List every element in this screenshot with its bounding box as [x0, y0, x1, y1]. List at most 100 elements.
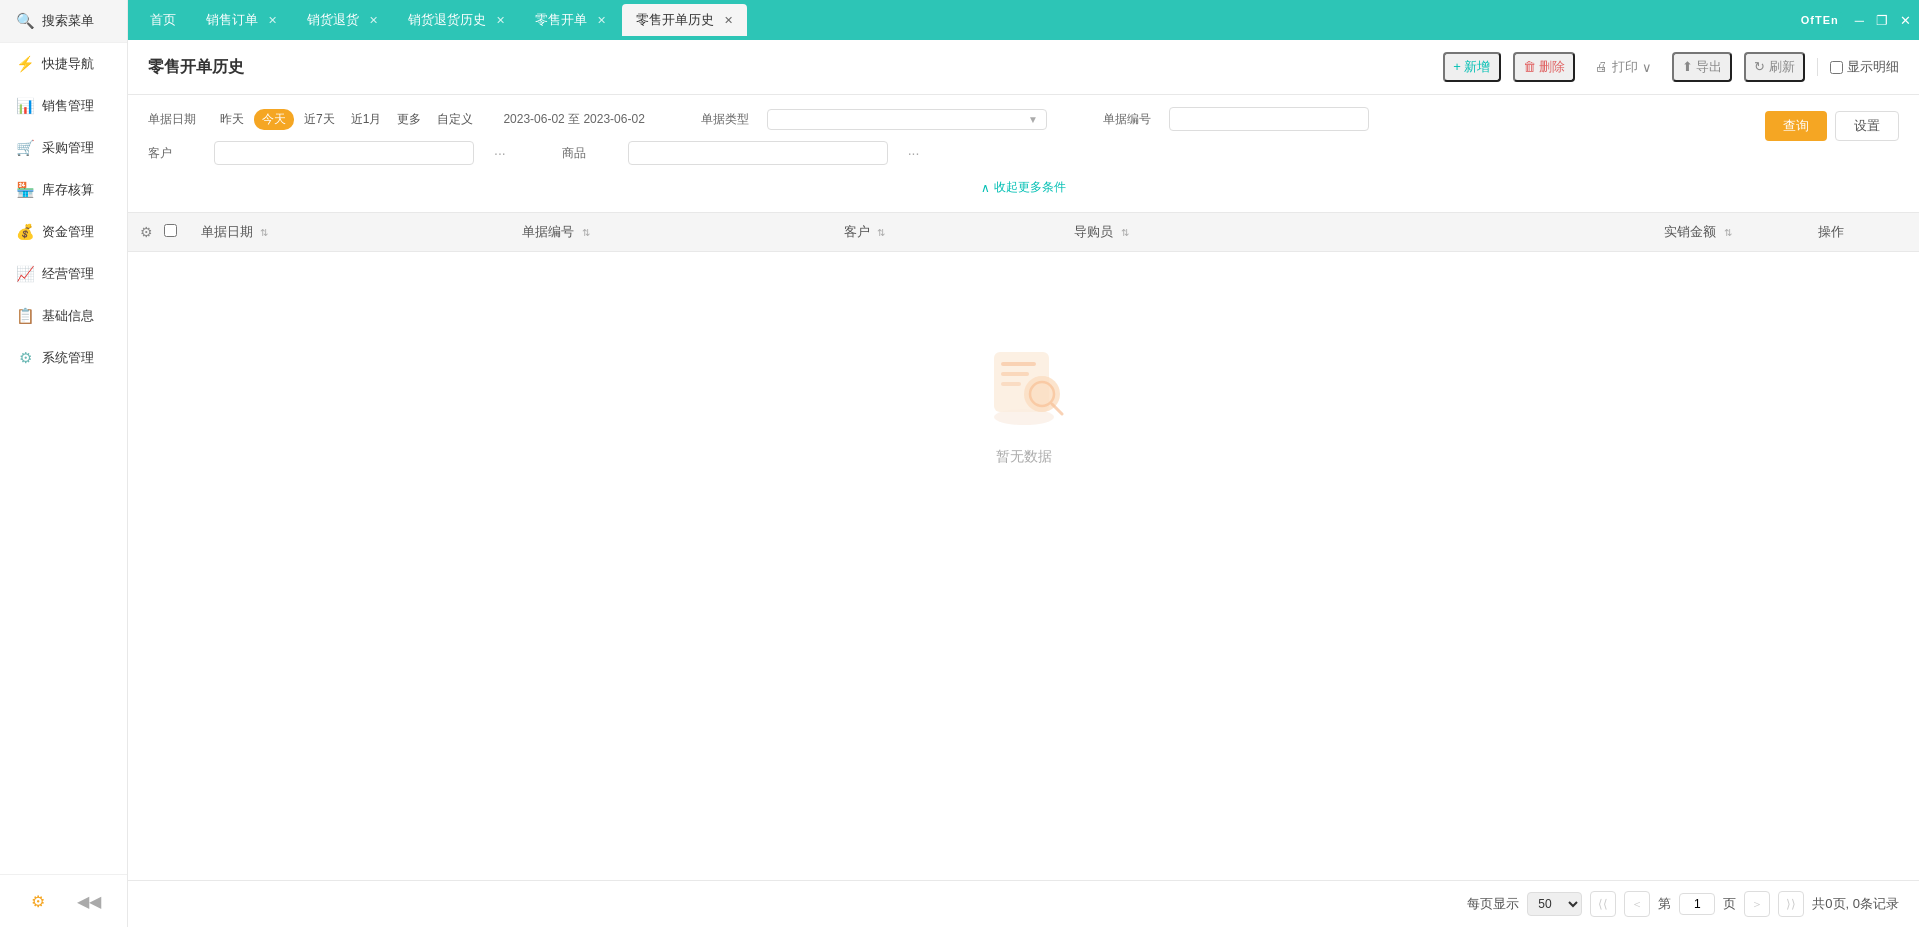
tab-close-sales-return-history[interactable]: ✕	[496, 14, 505, 27]
sidebar-item-operations[interactable]: 📈经营管理	[0, 253, 127, 295]
th-action-label: 操作	[1818, 224, 1844, 239]
show-detail-checkbox-label[interactable]: 显示明细	[1830, 58, 1899, 76]
tab-close-sales-return[interactable]: ✕	[369, 14, 378, 27]
first-page-btn[interactable]: ⟨⟨	[1590, 891, 1616, 917]
th-no-label: 单据编号	[522, 224, 574, 239]
tab-close-retail-open[interactable]: ✕	[597, 14, 606, 27]
filter-area: 单据日期 昨天今天近7天近1月更多自定义 2023-06-02 至 2023-0…	[128, 95, 1919, 213]
customer-more-btn[interactable]: ···	[494, 145, 506, 161]
bill-type-select[interactable]: ▼	[767, 109, 1047, 130]
svg-rect-2	[1001, 362, 1036, 366]
svg-rect-3	[1001, 372, 1029, 376]
tab-sales-order[interactable]: 销售订单 ✕	[192, 4, 291, 36]
tab-home[interactable]: 首页	[136, 4, 190, 36]
th-no[interactable]: 单据编号 ⇅	[510, 213, 831, 252]
th-date[interactable]: 单据日期 ⇅	[189, 213, 510, 252]
tab-label-retail-history: 零售开单历史	[636, 11, 714, 29]
sidebar-item-basic-info[interactable]: 📋基础信息	[0, 295, 127, 337]
sidebar-collapse-btn[interactable]: ◀◀	[75, 887, 103, 915]
select-all-checkbox[interactable]	[164, 224, 177, 237]
table-setting-icon[interactable]: ⚙	[140, 224, 153, 240]
add-button[interactable]: + 新增	[1443, 52, 1500, 82]
th-customer[interactable]: 客户 ⇅	[832, 213, 1062, 252]
date-btn-昨天[interactable]: 昨天	[214, 109, 250, 130]
window-minimize-btn[interactable]: ─	[1855, 13, 1864, 28]
per-page-label: 每页显示	[1467, 895, 1519, 913]
prev-page-btn[interactable]: ＜	[1624, 891, 1650, 917]
sort-salesperson-icon: ⇅	[1121, 227, 1129, 238]
sidebar-label-basic-info: 基础信息	[42, 307, 94, 325]
tab-close-retail-history[interactable]: ✕	[724, 14, 733, 27]
print-button[interactable]: 🖨 打印 ∨	[1587, 54, 1660, 80]
sidebar-label-purchase-mgmt: 采购管理	[42, 139, 94, 157]
settings-button[interactable]: 设置	[1835, 111, 1899, 141]
window-close-btn[interactable]: ✕	[1900, 13, 1911, 28]
sidebar-settings-btn[interactable]: ⚙	[24, 887, 52, 915]
th-amount-label: 实销金额	[1664, 224, 1716, 239]
export-button[interactable]: ⬆ 导出	[1672, 52, 1733, 82]
tab-label-retail-open: 零售开单	[535, 11, 587, 29]
empty-icon	[974, 332, 1074, 432]
sidebar-item-finance[interactable]: 💰资金管理	[0, 211, 127, 253]
page-title: 零售开单历史	[148, 57, 244, 78]
sidebar-item-inventory[interactable]: 🏪库存核算	[0, 169, 127, 211]
tab-label-sales-return: 销货退货	[307, 11, 359, 29]
date-btn-近7天[interactable]: 近7天	[298, 109, 341, 130]
bill-type-arrow: ▼	[1028, 114, 1038, 125]
th-amount[interactable]: 实销金额 ⇅	[1422, 213, 1743, 252]
show-detail-checkbox[interactable]	[1830, 61, 1843, 74]
sidebar-item-system[interactable]: ⚙ 系统管理	[0, 337, 127, 379]
goods-input[interactable]	[628, 141, 888, 165]
per-page-select[interactable]: 50 100 200	[1527, 892, 1582, 916]
top-nav: 首页销售订单✕销货退货✕销货退货历史✕零售开单✕零售开单历史✕ OfTEn ─ …	[128, 0, 1919, 40]
tab-label-sales-return-history: 销货退货历史	[408, 11, 486, 29]
customer-filter-label: 客户	[148, 145, 198, 162]
th-salesperson-label: 导购员	[1074, 224, 1113, 239]
data-table: ⚙ 单据日期 ⇅ 单据编号 ⇅ 客户	[128, 213, 1919, 252]
tab-sales-return-history[interactable]: 销货退货历史 ✕	[394, 4, 519, 36]
date-btn-更多[interactable]: 更多	[391, 109, 427, 130]
filter-row-date: 单据日期 昨天今天近7天近1月更多自定义 2023-06-02 至 2023-0…	[148, 107, 1749, 131]
svg-line-7	[1052, 404, 1062, 414]
date-btn-近1月[interactable]: 近1月	[345, 109, 388, 130]
delete-button[interactable]: 🗑 删除	[1513, 52, 1576, 82]
page-number-input[interactable]	[1679, 893, 1715, 915]
th-setting[interactable]: ⚙	[128, 213, 189, 252]
brand-logo: OfTEn	[1797, 12, 1843, 28]
tab-sales-return[interactable]: 销货退货 ✕	[293, 4, 392, 36]
window-restore-btn[interactable]: ❐	[1876, 13, 1888, 28]
refresh-button[interactable]: ↻ 刷新	[1744, 52, 1805, 82]
sidebar-item-sales-mgmt[interactable]: 📊销售管理	[0, 85, 127, 127]
date-btn-自定义[interactable]: 自定义	[431, 109, 479, 130]
th-salesperson[interactable]: 导购员 ⇅	[1062, 213, 1338, 252]
sidebar-label-system: 系统管理	[42, 349, 94, 367]
last-page-btn[interactable]: ⟩⟩	[1778, 891, 1804, 917]
sidebar-icon-system: ⚙	[16, 349, 34, 367]
tab-close-sales-order[interactable]: ✕	[268, 14, 277, 27]
goods-more-btn[interactable]: ···	[908, 145, 920, 161]
bill-type-filter-label: 单据类型	[701, 111, 751, 128]
query-button[interactable]: 查询	[1765, 111, 1827, 141]
collapse-label: 收起更多条件	[994, 179, 1066, 196]
page-word: 第	[1658, 895, 1671, 913]
date-btn-今天[interactable]: 今天	[254, 109, 294, 130]
th-customer-label: 客户	[844, 224, 870, 239]
bill-no-input[interactable]	[1169, 107, 1369, 131]
th-action: 操作	[1744, 213, 1919, 252]
next-page-btn[interactable]: ＞	[1744, 891, 1770, 917]
sidebar-search[interactable]: 🔍 搜索菜单	[0, 0, 127, 43]
table-wrap: ⚙ 单据日期 ⇅ 单据编号 ⇅ 客户	[128, 213, 1919, 880]
tab-retail-open[interactable]: 零售开单 ✕	[521, 4, 620, 36]
customer-input[interactable]	[214, 141, 474, 165]
sidebar-item-quick-nav[interactable]: ⚡快捷导航	[0, 43, 127, 85]
sidebar-bottom: ⚙ ◀◀	[0, 874, 127, 927]
sidebar-item-purchase-mgmt[interactable]: 🛒采购管理	[0, 127, 127, 169]
date-filter-buttons: 昨天今天近7天近1月更多自定义	[214, 109, 479, 130]
bill-no-filter-label: 单据编号	[1103, 111, 1153, 128]
filter-row-customer: 客户 ··· 商品 ···	[148, 141, 1749, 165]
total-info: 共0页, 0条记录	[1812, 895, 1899, 913]
tab-label-sales-order: 销售订单	[206, 11, 258, 29]
toolbar: + 新增 🗑 删除 🖨 打印 ∨ ⬆ 导出 ↻ 刷新 显示明细	[1443, 52, 1899, 82]
tab-retail-history[interactable]: 零售开单历史 ✕	[622, 4, 747, 36]
collapse-more-btn[interactable]: ∧ 收起更多条件	[148, 175, 1899, 200]
